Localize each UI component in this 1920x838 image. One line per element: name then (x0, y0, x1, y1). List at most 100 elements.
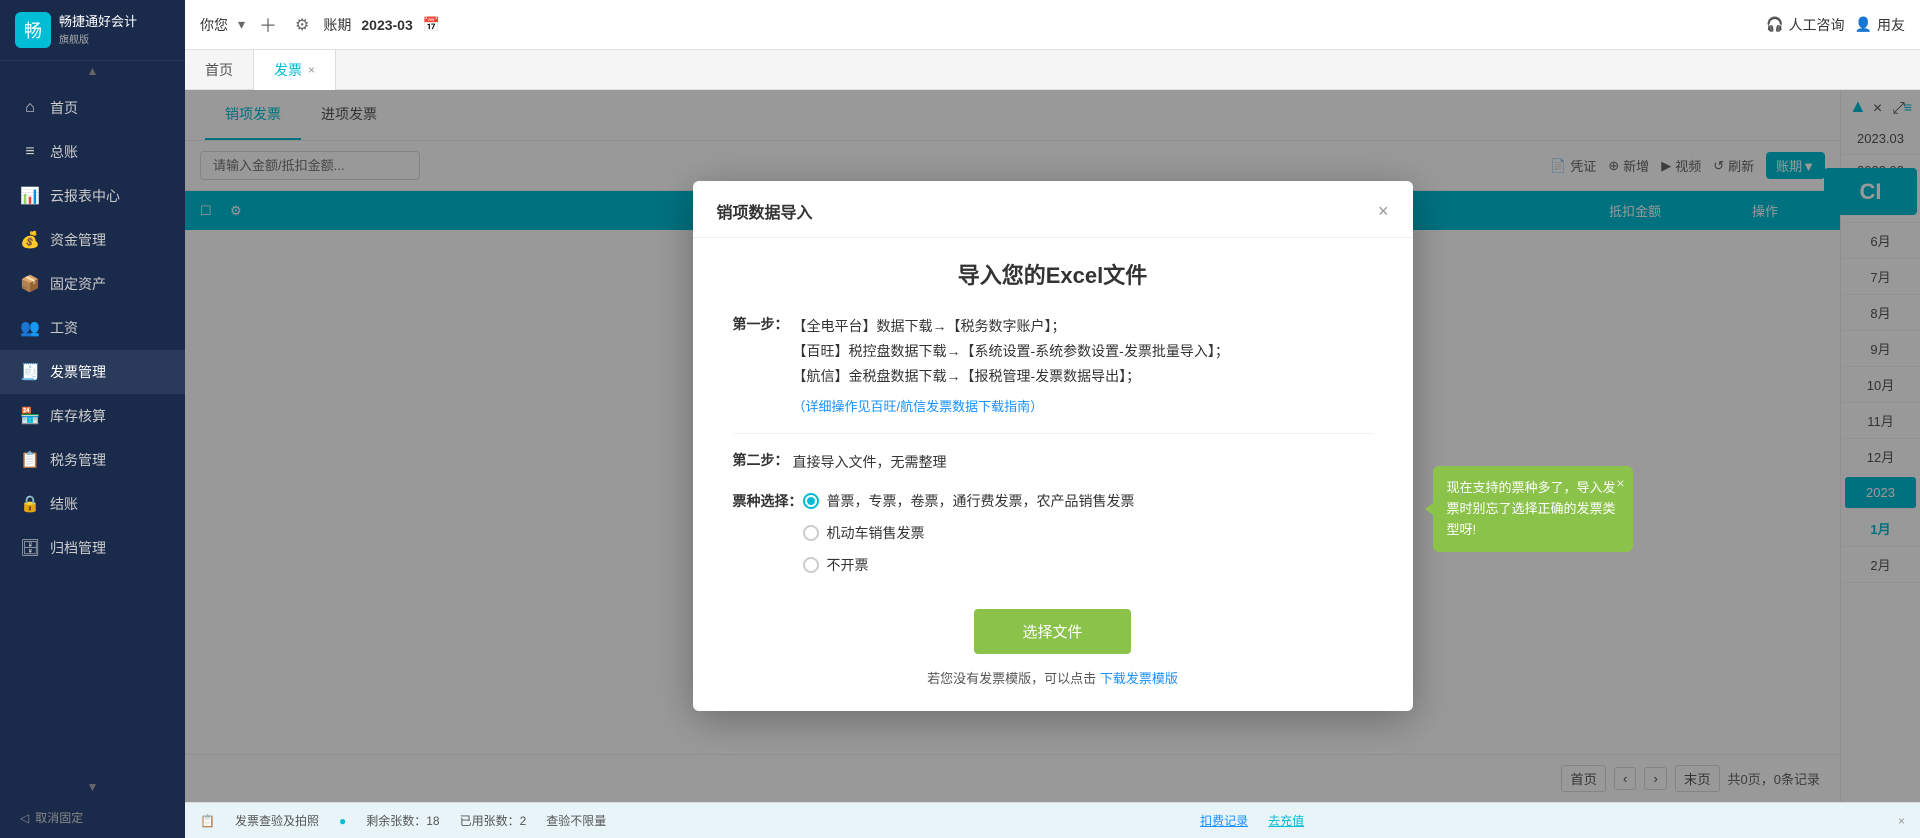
unpin-icon: ◁ (20, 811, 29, 825)
assets-icon: 📦 (20, 274, 40, 294)
step2-content: 直接导入文件，无需整理 (793, 450, 947, 475)
sidebar-scroll-down[interactable]: ▼ (0, 777, 185, 797)
status-go-recharge[interactable]: 去充值 (1268, 812, 1304, 829)
radio-label-1: 普票，专票，卷票，通行费发票，农产品销售发票 (827, 491, 1135, 511)
tab-invoice-label: 发票 (274, 60, 302, 80)
modal-title: 销项数据导入 (717, 199, 813, 223)
status-remaining: 剩余张数：18 (366, 812, 439, 829)
main-area: 你您 ▾ ＋ ⚙ 账期 2023-03 📅 🎧 人工咨询 👤 用友 首页 发票 (185, 0, 1920, 838)
logo-badge: 旗舰版 (59, 31, 137, 46)
radio-circle-3 (803, 557, 819, 573)
radio-option-3[interactable]: 不开票 (803, 555, 1135, 575)
sidebar-item-inventory[interactable]: 🏪 库存核算 (0, 394, 185, 438)
sidebar-item-ledger[interactable]: ≡ 总账 (0, 130, 185, 174)
topbar-period-value: 2023-03 (361, 17, 412, 33)
modal-import: 销项数据导入 × 导入您的Excel文件 第一步： 【全电平台】数据下载→【税务… (693, 181, 1413, 711)
tax-icon: 📋 (20, 450, 40, 470)
radio-group: 普票，专票，卷票，通行费发票，农产品销售发票 机动车销售发票 不开票 (803, 491, 1135, 575)
status-verify: 查验不限量 (546, 812, 606, 829)
select-file-btn[interactable]: 选择文件 (974, 609, 1130, 654)
tabbar: 首页 发票 × (185, 50, 1920, 90)
sidebar-item-payroll[interactable]: 👥 工资 (0, 306, 185, 350)
user-avatar-icon: 👤 (1855, 16, 1872, 33)
sidebar-item-archive[interactable]: 🗄 归档管理 (0, 526, 185, 570)
step2-label: 第二步： (733, 450, 793, 475)
radio-option-2[interactable]: 机动车销售发票 (803, 523, 1135, 543)
finance-icon: 💰 (20, 230, 40, 250)
topbar-support-btn[interactable]: 🎧 人工咨询 (1766, 15, 1844, 35)
step1-row: 第一步： 【全电平台】数据下载→【税务数字账户】； 【百旺】税控盘数据下载→【系… (733, 314, 1373, 419)
overlay: 销项数据导入 × 导入您的Excel文件 第一步： 【全电平台】数据下载→【税务… (185, 90, 1920, 802)
archive-icon: 🗄 (20, 538, 40, 558)
sidebar-item-assets[interactable]: 📦 固定资产 (0, 262, 185, 306)
support-label: 人工咨询 (1789, 15, 1845, 35)
status-invoice-icon: 📋 (200, 814, 215, 828)
sidebar-item-finance[interactable]: 💰 资金管理 (0, 218, 185, 262)
sidebar-footer-label: 取消固定 (35, 809, 83, 826)
tooltip-close-btn[interactable]: × (1616, 472, 1624, 494)
step1-guide-link[interactable]: （详细操作见百旺/航信发票数据下载指南） (793, 399, 1044, 414)
modal-close-btn[interactable]: × (1378, 201, 1389, 222)
logo-text: 畅捷通好会计 (59, 14, 137, 31)
tab-invoice[interactable]: 发票 × (254, 50, 336, 90)
status-label: 发票查验及拍照 (235, 812, 319, 829)
modal-body: 导入您的Excel文件 第一步： 【全电平台】数据下载→【税务数字账户】； 【百… (693, 238, 1413, 599)
radio-option-1[interactable]: 普票，专票，卷票，通行费发票，农产品销售发票 (803, 491, 1135, 511)
sidebar-item-home[interactable]: ⌂ 首页 (0, 86, 185, 130)
support-icon: 🎧 (1766, 16, 1783, 33)
sidebar-label-close: 结账 (50, 494, 78, 514)
step1-line2: 【百旺】税控盘数据下载→【系统设置-系统参数设置-发票批量导入】； (793, 339, 1229, 364)
sidebar-label-tax: 税务管理 (50, 450, 106, 470)
status-bar: 📋 发票查验及拍照 ● 剩余张数：18 已用张数：2 查验不限量 扣费记录 去充… (185, 802, 1920, 838)
tab-home[interactable]: 首页 (185, 50, 254, 90)
sidebar-label-inventory: 库存核算 (50, 406, 106, 426)
step-divider (733, 433, 1373, 434)
logo-icon: 畅 (15, 12, 51, 48)
sidebar-label-home: 首页 (50, 98, 78, 118)
step1-line3: 【航信】金税盘数据下载→【报税管理-发票数据导出】； (793, 364, 1229, 389)
step1-line1: 【全电平台】数据下载→【税务数字账户】； (793, 314, 1229, 339)
status-recharge-link[interactable]: 扣费记录 (1200, 812, 1248, 829)
sidebar-label-finance: 资金管理 (50, 230, 106, 250)
sidebar-label-ledger: 总账 (50, 142, 78, 162)
tab-invoice-close[interactable]: × (308, 63, 315, 77)
status-dot: ● (339, 814, 346, 828)
sidebar-item-reports[interactable]: 📊 云报表中心 (0, 174, 185, 218)
topbar-dropdown-btn[interactable]: ▾ (238, 16, 245, 33)
status-used: 已用张数：2 (460, 812, 527, 829)
payroll-icon: 👥 (20, 318, 40, 338)
sidebar-label-payroll: 工资 (50, 318, 78, 338)
modal-import-title: 导入您的Excel文件 (733, 258, 1373, 290)
sidebar-label-archive: 归档管理 (50, 538, 106, 558)
sidebar-label-invoice: 发票管理 (50, 362, 106, 382)
topbar-user-name: 用友 (1877, 15, 1905, 35)
logo: 畅 畅捷通好会计 旗舰版 (0, 0, 185, 61)
topbar-user-info-btn[interactable]: 👤 用友 (1855, 15, 1905, 35)
tooltip-bubble: × 现在支持的票种多了，导入发票时别忘了选择正确的发票类型呀! (1433, 466, 1633, 552)
topbar-calendar-icon[interactable]: 📅 (423, 16, 440, 33)
sidebar-item-invoice[interactable]: 🧾 发票管理 (0, 350, 185, 394)
sidebar-label-assets: 固定资产 (50, 274, 106, 294)
content-area: 销项发票 进项发票 📄 凭证 ⊕ 新增 (185, 90, 1920, 802)
tab-home-label: 首页 (205, 60, 233, 80)
status-bar-close[interactable]: × (1898, 814, 1905, 828)
ticket-type-label: 票种选择： (733, 491, 803, 511)
topbar-gear-btn[interactable]: ⚙ (291, 11, 313, 39)
home-icon: ⌂ (20, 99, 40, 117)
sidebar-item-close[interactable]: 🔒 结账 (0, 482, 185, 526)
invoice-icon: 🧾 (20, 362, 40, 382)
sidebar: 畅 畅捷通好会计 旗舰版 ▲ ⌂ 首页 ≡ 总账 📊 云报表中心 💰 资金管理 (0, 0, 185, 838)
reports-icon: 📊 (20, 186, 40, 206)
step1-content: 【全电平台】数据下载→【税务数字账户】； 【百旺】税控盘数据下载→【系统设置-系… (793, 314, 1229, 419)
topbar-add-btn[interactable]: ＋ (255, 8, 281, 42)
radio-label-2: 机动车销售发票 (827, 523, 925, 543)
sidebar-scroll-up[interactable]: ▲ (0, 61, 185, 81)
topbar-period-label: 账期 (323, 15, 351, 35)
download-template-link[interactable]: 下载发票模版 (1100, 671, 1178, 686)
radio-circle-2 (803, 525, 819, 541)
sidebar-footer[interactable]: ◁ 取消固定 (0, 797, 185, 838)
download-hint: 若您没有发票模版，可以点击 下载发票模版 (927, 668, 1178, 687)
sidebar-item-tax[interactable]: 📋 税务管理 (0, 438, 185, 482)
sidebar-label-reports: 云报表中心 (50, 186, 120, 206)
sidebar-nav: ⌂ 首页 ≡ 总账 📊 云报表中心 💰 资金管理 📦 固定资产 👥 工资 (0, 81, 185, 777)
